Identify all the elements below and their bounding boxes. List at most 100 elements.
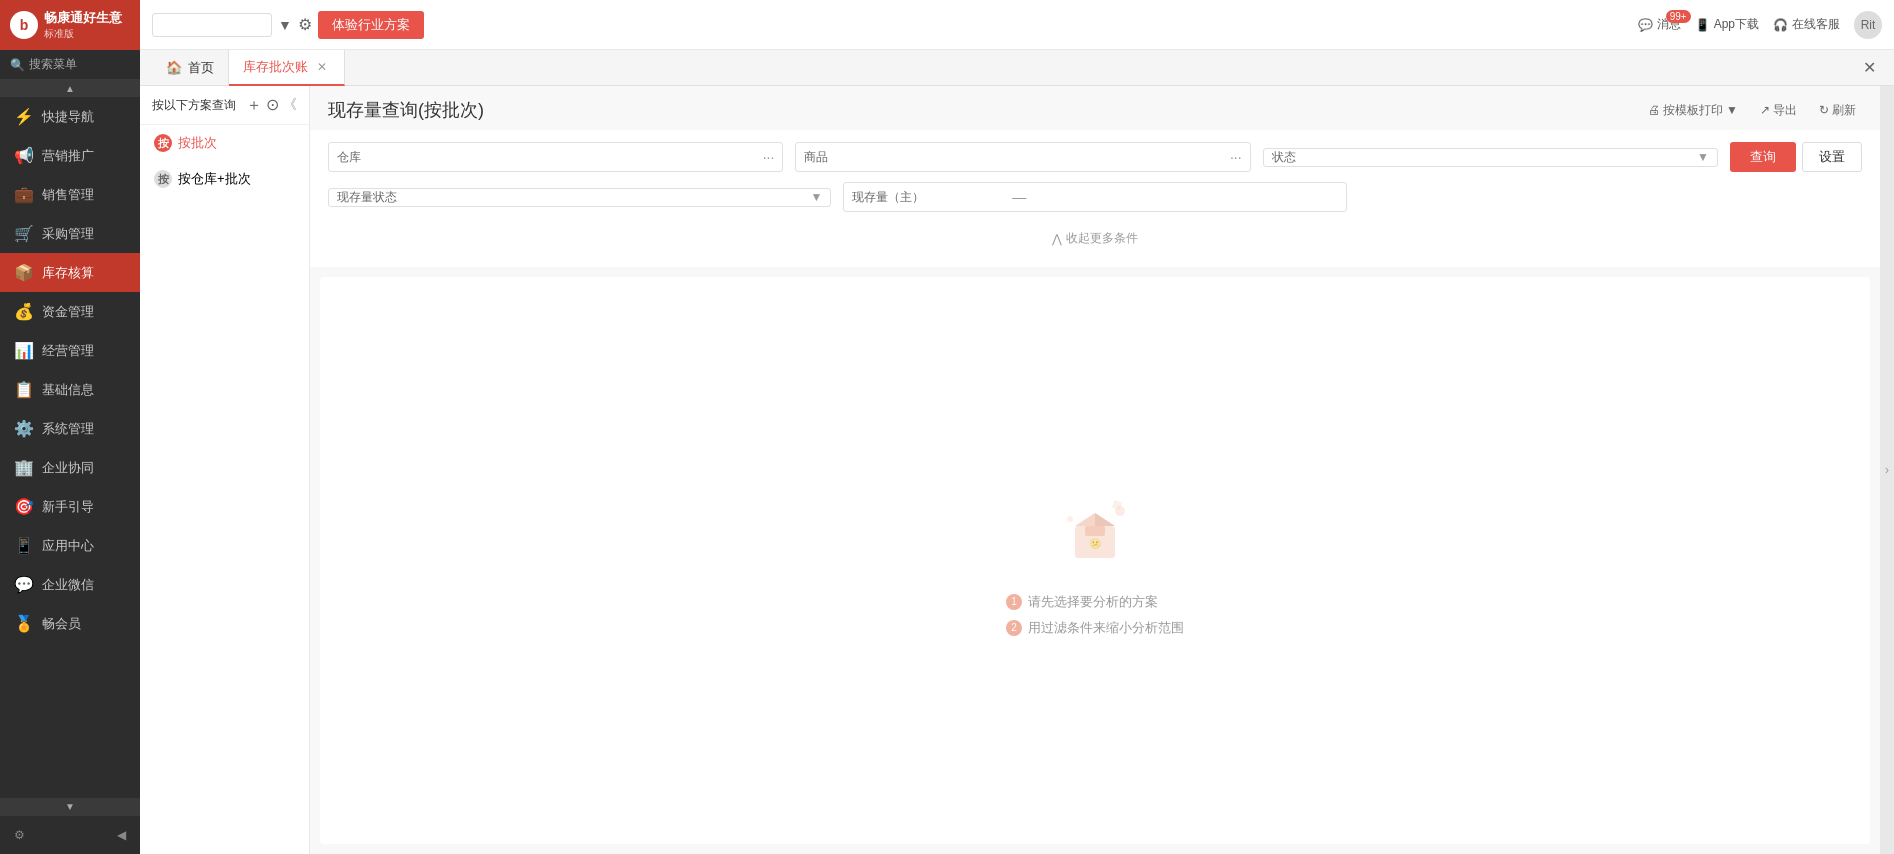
tab-inventory-batch-label: 库存批次账 — [243, 58, 308, 76]
svg-text:😕: 😕 — [1089, 537, 1102, 550]
empty-tip-1: 请先选择要分析的方案 — [1028, 589, 1158, 615]
empty-tip-2: 用过滤条件来缩小分析范围 — [1028, 615, 1184, 641]
refresh-btn[interactable]: ↻ 刷新 — [1813, 99, 1862, 122]
sidebar-item-system[interactable]: ⚙️ 系统管理 — [0, 409, 140, 448]
sidebar-item-basics[interactable]: 📋 基础信息 — [0, 370, 140, 409]
collapse-label: 收起更多条件 — [1066, 230, 1138, 247]
warehouse-dots[interactable]: ··· — [763, 149, 775, 165]
sidebar-item-purchase[interactable]: 🛒 采购管理 — [0, 214, 140, 253]
scroll-down-btn[interactable]: ▼ — [0, 798, 140, 815]
tab-home[interactable]: 🏠 首页 — [152, 50, 229, 86]
topbar-dropdown-btn[interactable]: ▼ — [278, 17, 292, 33]
purchase-icon: 🛒 — [14, 224, 34, 243]
collapse-panel-btn[interactable]: 《 — [283, 96, 297, 114]
tip-num-1: 1 — [1006, 594, 1022, 610]
print-icon: 🖨 — [1648, 103, 1660, 117]
system-icon: ⚙️ — [14, 419, 34, 438]
product-input[interactable] — [832, 150, 1226, 164]
sidebar-item-sales[interactable]: 💼 销售管理 — [0, 175, 140, 214]
collapse-up-icon: ⋀ — [1052, 232, 1062, 246]
sidebar-item-label: 应用中心 — [42, 537, 94, 555]
sidebar-item-label: 系统管理 — [42, 420, 94, 438]
tab-inventory-batch[interactable]: 库存批次账 ✕ — [229, 50, 345, 86]
inventory-status-arrow-icon: ▼ — [810, 190, 822, 204]
filter-row-1: 仓库 ··· 商品 ··· 状态 — [328, 142, 1862, 172]
online-service-badge[interactable]: 🎧 在线客服 — [1773, 16, 1840, 33]
add-plan-btn[interactable]: ＋ — [246, 97, 262, 113]
svg-rect-3 — [1085, 526, 1105, 536]
message-icon: 💬 — [1638, 18, 1653, 32]
inventory-qty-max-input[interactable] — [1030, 190, 1110, 204]
sidebar-item-quick-nav[interactable]: ⚡ 快捷导航 — [0, 97, 140, 136]
sidebar-item-weixin[interactable]: 💬 企业微信 — [0, 565, 140, 604]
right-toggle-icon: › — [1885, 463, 1889, 477]
filter-row-2: 现存量状态 ▼ 现存量（主） — — [328, 182, 1862, 212]
search-menu-label: 搜索菜单 — [29, 56, 77, 73]
sidebar: b 畅康通好生意 标准版 🔍 搜索菜单 ▲ ⚡ 快捷导航 📢 营销推广 💼 销售… — [0, 0, 140, 854]
sidebar-item-label: 销售管理 — [42, 186, 94, 204]
sidebar-item-operations[interactable]: 📊 经营管理 — [0, 331, 140, 370]
filter-status-select[interactable]: 状态 ▼ — [1263, 148, 1718, 167]
scroll-up[interactable]: ▲ — [0, 80, 140, 97]
industry-btn[interactable]: 体验行业方案 — [318, 11, 424, 39]
tab-close-btn[interactable]: ✕ — [314, 59, 330, 75]
warehouse-input[interactable] — [365, 150, 759, 164]
content-area: 按以下方案查询 ＋ ⊙ 《 按 按批次 按 按仓库+批次 现存量查询(按批次) — [140, 86, 1894, 854]
print-template-btn[interactable]: 🖨 按模板打印 ▼ — [1642, 99, 1744, 122]
tip-num-2: 2 — [1006, 620, 1022, 636]
sidebar-item-finance[interactable]: 💰 资金管理 — [0, 292, 140, 331]
app-center-icon: 📱 — [14, 536, 34, 555]
inventory-qty-separator: — — [1012, 189, 1026, 205]
topbar-gear-btn[interactable]: ⚙ — [298, 15, 312, 34]
app-name: 畅康通好生意 — [44, 10, 122, 27]
user-avatar-wrap[interactable]: Rit — [1854, 11, 1882, 39]
sidebar-item-member[interactable]: 🏅 畅会员 — [0, 604, 140, 643]
plan-item-by-warehouse-batch[interactable]: 按 按仓库+批次 — [140, 161, 309, 197]
sidebar-footer: ⚙ ◀ — [0, 815, 140, 854]
settings-plan-btn[interactable]: ⊙ — [266, 97, 279, 113]
filter-product-wrap[interactable]: 商品 ··· — [795, 142, 1250, 172]
basics-icon: 📋 — [14, 380, 34, 399]
filter-inventory-status-select[interactable]: 现存量状态 ▼ — [328, 188, 831, 207]
sidebar-item-label: 企业协同 — [42, 459, 94, 477]
sidebar-item-inventory[interactable]: 📦 库存核算 — [0, 253, 140, 292]
page-header-actions: 🖨 按模板打印 ▼ ↗ 导出 ↻ 刷新 — [1642, 99, 1862, 122]
refresh-label: 刷新 — [1832, 102, 1856, 119]
inventory-icon: 📦 — [14, 263, 34, 282]
main-area: ▼ ⚙ 体验行业方案 💬 消息 99+ 📱 App下载 🎧 在线客服 Rit — [140, 0, 1894, 854]
sidebar-item-label: 经营管理 — [42, 342, 94, 360]
sidebar-item-label: 快捷导航 — [42, 108, 94, 126]
scroll-up-btn[interactable]: ▲ — [0, 80, 140, 97]
right-panel-toggle[interactable]: › — [1880, 86, 1894, 854]
sidebar-item-enterprise[interactable]: 🏢 企业协同 — [0, 448, 140, 487]
plan-label-by-warehouse-batch: 按仓库+批次 — [178, 170, 251, 188]
tabbar: 🏠 首页 库存批次账 ✕ ✕ — [140, 50, 1894, 86]
messages-badge[interactable]: 💬 消息 99+ — [1638, 16, 1681, 33]
tabbar-close-right-btn[interactable]: ✕ — [1857, 58, 1882, 77]
plan-item-by-batch[interactable]: 按 按批次 — [140, 125, 309, 161]
sidebar-item-newbie[interactable]: 🎯 新手引导 — [0, 487, 140, 526]
sidebar-item-marketing[interactable]: 📢 营销推广 — [0, 136, 140, 175]
filter-inventory-qty-field: 现存量（主） — — [843, 182, 1346, 212]
product-dots[interactable]: ··· — [1230, 149, 1242, 165]
filter-warehouse-wrap[interactable]: 仓库 ··· — [328, 142, 783, 172]
collapse-bar[interactable]: ⋀ 收起更多条件 — [328, 222, 1862, 255]
topbar-search-input[interactable] — [152, 13, 272, 37]
sidebar-item-label: 畅会员 — [42, 615, 81, 633]
app-download-badge[interactable]: 📱 App下载 — [1695, 16, 1759, 33]
sidebar-item-label: 库存核算 — [42, 264, 94, 282]
inventory-qty-min-input[interactable] — [928, 190, 1008, 204]
print-template-label: 按模板打印 — [1663, 102, 1723, 119]
settings-btn[interactable]: 设置 — [1802, 142, 1862, 172]
scroll-down[interactable]: ▼ — [0, 798, 140, 815]
sidebar-collapse-btn[interactable]: ◀ — [113, 824, 130, 846]
filter-actions: 查询 设置 — [1730, 142, 1862, 172]
search-menu[interactable]: 🔍 搜索菜单 — [0, 50, 140, 80]
empty-state: 😕 1 请先选择要分析的方案 2 用过滤条件来缩小分析范围 — [320, 277, 1870, 844]
sidebar-settings-btn[interactable]: ⚙ — [10, 824, 29, 846]
export-btn[interactable]: ↗ 导出 — [1754, 99, 1803, 122]
online-service-label: 在线客服 — [1792, 16, 1840, 33]
sidebar-item-app-center[interactable]: 📱 应用中心 — [0, 526, 140, 565]
query-btn[interactable]: 查询 — [1730, 142, 1796, 172]
sidebar-item-label: 新手引导 — [42, 498, 94, 516]
